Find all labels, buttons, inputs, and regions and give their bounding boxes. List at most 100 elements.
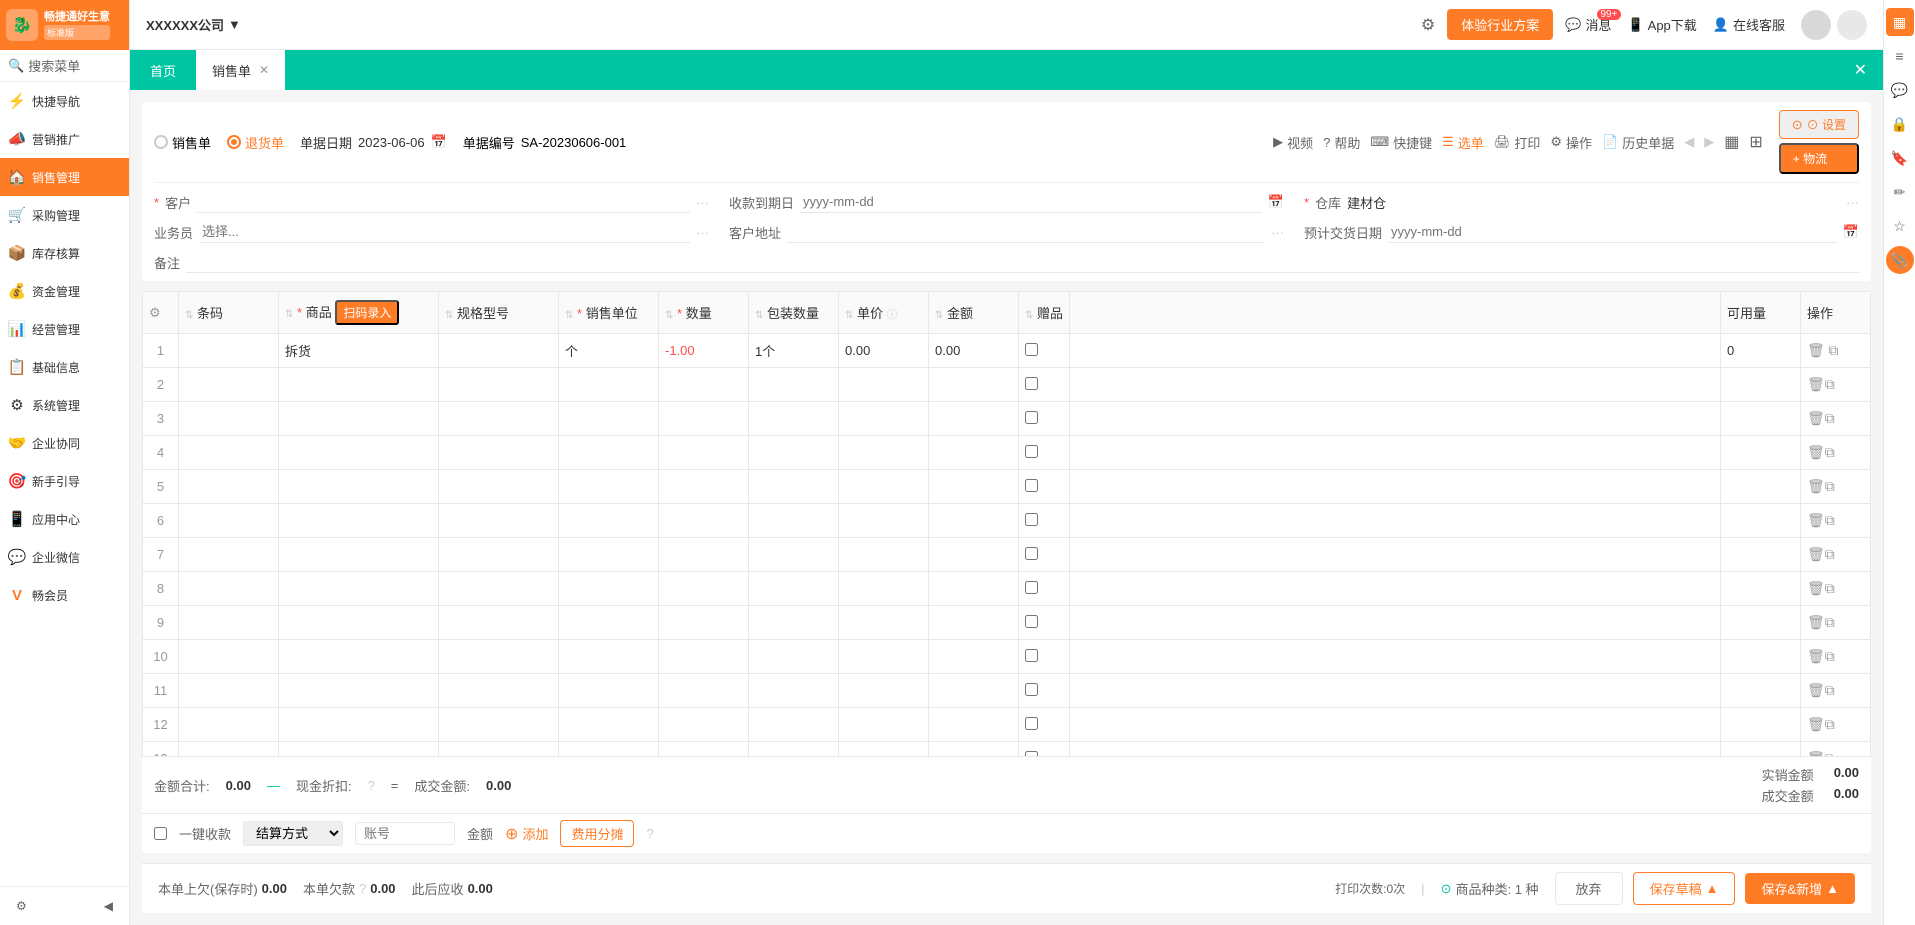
pkg-sort-icon[interactable]: ⇅ — [755, 310, 763, 321]
customer-dots-icon[interactable]: ··· — [696, 195, 709, 210]
payment-method-select[interactable]: 结算方式 — [243, 821, 343, 846]
customer-input[interactable] — [197, 191, 690, 213]
save-draft-button[interactable]: 保存草稿 ▲ — [1633, 872, 1736, 905]
sidebar-item-operations[interactable]: 📊 经营管理 — [0, 310, 129, 348]
panel-edit-btn[interactable]: ✏ — [1886, 178, 1914, 206]
gift-checkbox[interactable] — [1025, 411, 1038, 424]
trial-button[interactable]: 体验行业方案 — [1447, 9, 1553, 40]
panel-list-view-btn[interactable]: ≡ — [1886, 42, 1914, 70]
salesperson-dots-icon[interactable]: ··· — [696, 225, 709, 240]
sidebar-item-wechat[interactable]: 💬 企业微信 — [0, 538, 129, 576]
gift-checkbox[interactable] — [1025, 547, 1038, 560]
row-spec[interactable] — [439, 334, 559, 368]
row-copy-icon[interactable]: ⧉ — [1825, 512, 1835, 528]
row-delete-icon[interactable]: 🗑 — [1807, 376, 1825, 392]
gift-checkbox[interactable] — [1025, 615, 1038, 628]
gift-checkbox[interactable] — [1025, 683, 1038, 696]
row-copy-icon[interactable]: ⧉ — [1828, 342, 1838, 358]
row-copy-icon[interactable]: ⧉ — [1825, 478, 1835, 494]
sidebar-item-marketing[interactable]: 📣 营销推广 — [0, 120, 129, 158]
row-copy-icon[interactable]: ⧉ — [1825, 410, 1835, 426]
row-copy-icon[interactable]: ⧉ — [1825, 648, 1835, 664]
discard-button[interactable]: 放弃 — [1555, 872, 1623, 905]
row-delete-icon[interactable]: 🗑 — [1807, 648, 1825, 664]
row-price[interactable]: 0.00 — [839, 334, 929, 368]
row-unit[interactable]: 个 — [559, 334, 659, 368]
row-delete-icon[interactable]: 🗑 — [1807, 546, 1825, 562]
gift-checkbox[interactable] — [1025, 513, 1038, 526]
row-delete-icon[interactable]: 🗑 — [1807, 444, 1825, 460]
receive-date-calendar-icon[interactable]: 📅 — [1268, 194, 1284, 210]
date-calendar-icon[interactable]: 📅 — [431, 134, 447, 150]
action-print-btn[interactable]: 🖨 打印 — [1494, 133, 1541, 152]
panel-table-view-btn[interactable]: ▦ — [1886, 8, 1914, 36]
tab-home[interactable]: 首页 — [130, 50, 196, 90]
action-video-btn[interactable]: ▶ 视频 — [1273, 133, 1313, 152]
sidebar-item-basic[interactable]: 📋 基础信息 — [0, 348, 129, 386]
one-click-payment-checkbox[interactable] — [154, 827, 167, 840]
row-pkg-qty[interactable]: 1个 — [749, 334, 839, 368]
amount-sort-icon[interactable]: ⇅ — [935, 310, 943, 321]
row-delete-icon[interactable]: 🗑 — [1807, 682, 1825, 698]
panel-bookmark-btn[interactable]: 🔖 — [1886, 144, 1914, 172]
panel-lock-btn[interactable]: 🔒 — [1886, 110, 1914, 138]
debt-info-icon[interactable]: ? — [359, 881, 366, 896]
close-all-tabs-btn[interactable]: ✕ — [1854, 60, 1883, 80]
gift-checkbox[interactable] — [1025, 343, 1038, 356]
price-info-icon[interactable]: ⓘ — [887, 309, 898, 321]
warehouse-dots-icon[interactable]: ··· — [1846, 195, 1859, 210]
row-barcode[interactable] — [179, 334, 279, 368]
action-help-btn[interactable]: ? 帮助 — [1323, 133, 1360, 152]
topbar-app-btn[interactable]: 📱 App下载 — [1627, 15, 1696, 34]
row-amount[interactable]: 0.00 — [929, 334, 1019, 368]
gift-sort-icon[interactable]: ⇅ — [1025, 310, 1033, 321]
settings-button[interactable]: ⊙ ⊙ 设置 — [1779, 110, 1859, 139]
panel-star-btn[interactable]: ☆ — [1886, 212, 1914, 240]
gift-checkbox[interactable] — [1025, 445, 1038, 458]
sidebar-item-guide[interactable]: 🎯 新手引导 — [0, 462, 129, 500]
row-copy-icon[interactable]: ⧉ — [1825, 376, 1835, 392]
logistics-button[interactable]: + 物流 — [1779, 143, 1859, 174]
row-copy-icon[interactable]: ⧉ — [1825, 580, 1835, 596]
user-avatar[interactable] — [1801, 10, 1831, 40]
row-delete-icon[interactable]: 🗑 — [1807, 614, 1825, 630]
gift-checkbox[interactable] — [1025, 479, 1038, 492]
action-operation-btn[interactable]: ⚙ 操作 — [1550, 133, 1592, 152]
row-delete-icon[interactable]: 🗑 — [1807, 342, 1825, 358]
radio-sales[interactable]: 销售单 — [154, 133, 211, 152]
history-next-icon[interactable]: ▶ — [1704, 134, 1714, 150]
save-new-button[interactable]: 保存&新增 ▲ — [1745, 873, 1855, 904]
sidebar-collapse-icon[interactable]: ◀ — [96, 895, 121, 917]
row-copy-icon[interactable]: ⧉ — [1825, 716, 1835, 732]
sidebar-settings-icon[interactable]: ⚙ — [8, 895, 35, 917]
gift-checkbox[interactable] — [1025, 717, 1038, 730]
panel-comment-btn[interactable]: 💬 — [1886, 76, 1914, 104]
unit-sort-icon[interactable]: ⇅ — [565, 310, 573, 321]
tab-close-icon[interactable]: ✕ — [259, 63, 269, 77]
scan-barcode-button[interactable]: 扫码录入 — [335, 300, 399, 325]
add-fee-btn[interactable]: ⊕ 添加 — [505, 824, 548, 844]
row-copy-icon[interactable]: ⧉ — [1825, 614, 1835, 630]
sidebar-item-sales[interactable]: 🏠 销售管理 — [0, 158, 129, 196]
row-delete-icon[interactable]: 🗑 — [1807, 410, 1825, 426]
row-delete-icon[interactable]: 🗑 — [1807, 580, 1825, 596]
row-copy-icon[interactable]: ⧉ — [1825, 682, 1835, 698]
table-config-gear-icon[interactable]: ⚙ — [149, 305, 161, 320]
topbar-message-btn[interactable]: 💬 消息 99+ — [1565, 15, 1611, 34]
company-selector[interactable]: XXXXXX公司 ▼ — [146, 15, 1409, 34]
sidebar-item-appstore[interactable]: 📱 应用中心 — [0, 500, 129, 538]
view-grid-icon[interactable]: ▦ — [1724, 132, 1739, 152]
user-avatar2[interactable] — [1837, 10, 1867, 40]
view-list-icon[interactable]: ⊞ — [1749, 132, 1762, 152]
gift-checkbox[interactable] — [1025, 581, 1038, 594]
account-input[interactable] — [355, 822, 455, 845]
sidebar-item-finance[interactable]: 💰 资金管理 — [0, 272, 129, 310]
row-copy-icon[interactable]: ⧉ — [1825, 444, 1835, 460]
topbar-service-btn[interactable]: 👤 在线客服 — [1713, 15, 1785, 34]
action-history-btn[interactable]: 📄 历史单据 — [1602, 133, 1674, 152]
radio-return[interactable]: 退货单 — [227, 133, 284, 152]
expected-delivery-input[interactable] — [1388, 221, 1837, 243]
row-copy-icon[interactable]: ⧉ — [1825, 546, 1835, 562]
fee-help-icon[interactable]: ? — [646, 826, 653, 841]
row-delete-icon[interactable]: 🗑 — [1807, 716, 1825, 732]
